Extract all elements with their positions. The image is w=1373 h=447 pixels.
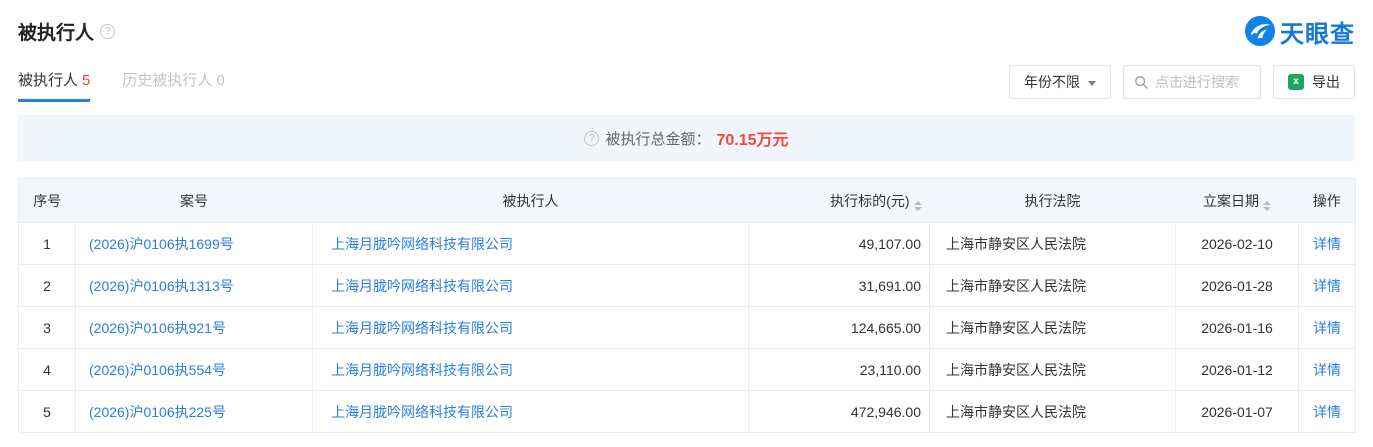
- export-button[interactable]: x 导出: [1273, 65, 1355, 99]
- tabs: 被执行人5 历史被执行人0: [18, 69, 225, 102]
- case-no-link[interactable]: (2026)沪0106执1313号: [89, 278, 234, 294]
- amount-cell: 124,665.00: [749, 307, 930, 349]
- table-row: 3 (2026)沪0106执921号 上海月胧吟网络科技有限公司 124,665…: [19, 307, 1356, 349]
- table-row: 5 (2026)沪0106执225号 上海月胧吟网络科技有限公司 472,946…: [19, 391, 1356, 433]
- total-amount-value: 70.15万元: [716, 126, 788, 150]
- date-cell: 2026-01-28: [1176, 265, 1299, 307]
- person-link[interactable]: 上海月胧吟网络科技有限公司: [331, 236, 513, 252]
- sort-icon-amount[interactable]: [914, 201, 922, 211]
- amount-cell: 23,110.00: [749, 349, 930, 391]
- panel-header: 被执行人 ? 天眼查: [18, 14, 1355, 48]
- amount-cell: 472,946.00: [749, 391, 930, 433]
- person-link[interactable]: 上海月胧吟网络科技有限公司: [331, 362, 513, 378]
- detail-link[interactable]: 详情: [1313, 236, 1341, 252]
- tab-count: 5: [82, 72, 90, 89]
- case-no-link[interactable]: (2026)沪0106执1699号: [89, 236, 234, 252]
- court-cell: 上海市静安区人民法院: [930, 307, 1176, 349]
- year-filter-dropdown[interactable]: 年份不限: [1009, 65, 1111, 99]
- tab-label: 被执行人: [18, 72, 78, 89]
- col-header-index: 序号: [19, 179, 76, 223]
- search-icon: [1134, 75, 1148, 89]
- total-amount-banner: ? 被执行总金额： 70.15万元: [18, 115, 1355, 161]
- case-no-link[interactable]: (2026)沪0106执554号: [89, 362, 226, 378]
- court-cell: 上海市静安区人民法院: [930, 265, 1176, 307]
- date-cell: 2026-02-10: [1176, 223, 1299, 265]
- court-cell: 上海市静安区人民法院: [930, 391, 1176, 433]
- toolbar-controls: 年份不限 x 导出: [1009, 65, 1355, 99]
- row-index: 4: [19, 349, 76, 391]
- person-link[interactable]: 上海月胧吟网络科技有限公司: [331, 404, 513, 420]
- banner-help-icon[interactable]: ?: [584, 131, 599, 146]
- col-header-person: 被执行人: [313, 179, 749, 223]
- excel-icon: x: [1288, 74, 1304, 90]
- total-amount-label: 被执行总金额：: [605, 128, 710, 149]
- amount-cell: 49,107.00: [749, 223, 930, 265]
- subject-to-enforcement-panel: 被执行人 ? 天眼查 被执行人5 历史被执行人0: [0, 0, 1373, 433]
- brand-logo-icon: [1245, 16, 1275, 46]
- date-cell: 2026-01-07: [1176, 391, 1299, 433]
- case-no-link[interactable]: (2026)沪0106执921号: [89, 320, 226, 336]
- page-title: 被执行人: [18, 18, 94, 45]
- row-index: 2: [19, 265, 76, 307]
- tab-count: 0: [216, 72, 224, 89]
- enforcement-table: 序号 案号 被执行人 执行标的(元) 执行法院 立案日期 操作 1 (2026)…: [18, 178, 1356, 433]
- court-cell: 上海市静安区人民法院: [930, 349, 1176, 391]
- title-wrap: 被执行人 ?: [18, 18, 115, 45]
- detail-link[interactable]: 详情: [1313, 278, 1341, 294]
- sort-icon-date[interactable]: [1263, 201, 1271, 211]
- row-index: 3: [19, 307, 76, 349]
- tab-history-enforced[interactable]: 历史被执行人0: [122, 69, 224, 102]
- person-link[interactable]: 上海月胧吟网络科技有限公司: [331, 320, 513, 336]
- table-row: 4 (2026)沪0106执554号 上海月胧吟网络科技有限公司 23,110.…: [19, 349, 1356, 391]
- col-header-amount: 执行标的(元): [749, 179, 930, 223]
- detail-link[interactable]: 详情: [1313, 362, 1341, 378]
- tab-current-enforced[interactable]: 被执行人5: [18, 69, 90, 102]
- col-header-case-no: 案号: [76, 179, 313, 223]
- col-header-action: 操作: [1299, 179, 1356, 223]
- brand-logo: 天眼查: [1245, 14, 1355, 49]
- search-input[interactable]: [1155, 74, 1250, 90]
- col-header-date: 立案日期: [1176, 179, 1299, 223]
- detail-link[interactable]: 详情: [1313, 404, 1341, 420]
- date-cell: 2026-01-12: [1176, 349, 1299, 391]
- table-header: 序号 案号 被执行人 执行标的(元) 执行法院 立案日期 操作: [19, 179, 1356, 223]
- case-no-link[interactable]: (2026)沪0106执225号: [89, 404, 226, 420]
- tab-label: 历史被执行人: [122, 72, 212, 89]
- export-label: 导出: [1312, 72, 1340, 92]
- table-row: 1 (2026)沪0106执1699号 上海月胧吟网络科技有限公司 49,107…: [19, 223, 1356, 265]
- person-link[interactable]: 上海月胧吟网络科技有限公司: [331, 278, 513, 294]
- chevron-down-icon: [1088, 81, 1096, 86]
- detail-link[interactable]: 详情: [1313, 320, 1341, 336]
- year-filter-label: 年份不限: [1024, 72, 1080, 92]
- brand-name: 天眼查: [1280, 14, 1355, 49]
- court-cell: 上海市静安区人民法院: [930, 223, 1176, 265]
- table-row: 2 (2026)沪0106执1313号 上海月胧吟网络科技有限公司 31,691…: [19, 265, 1356, 307]
- tab-toolbar-row: 被执行人5 历史被执行人0 年份不限 x 导出: [18, 62, 1355, 102]
- amount-cell: 31,691.00: [749, 265, 930, 307]
- date-cell: 2026-01-16: [1176, 307, 1299, 349]
- search-box[interactable]: [1123, 65, 1261, 99]
- row-index: 1: [19, 223, 76, 265]
- row-index: 5: [19, 391, 76, 433]
- title-help-icon[interactable]: ?: [100, 24, 115, 39]
- col-header-court: 执行法院: [930, 179, 1176, 223]
